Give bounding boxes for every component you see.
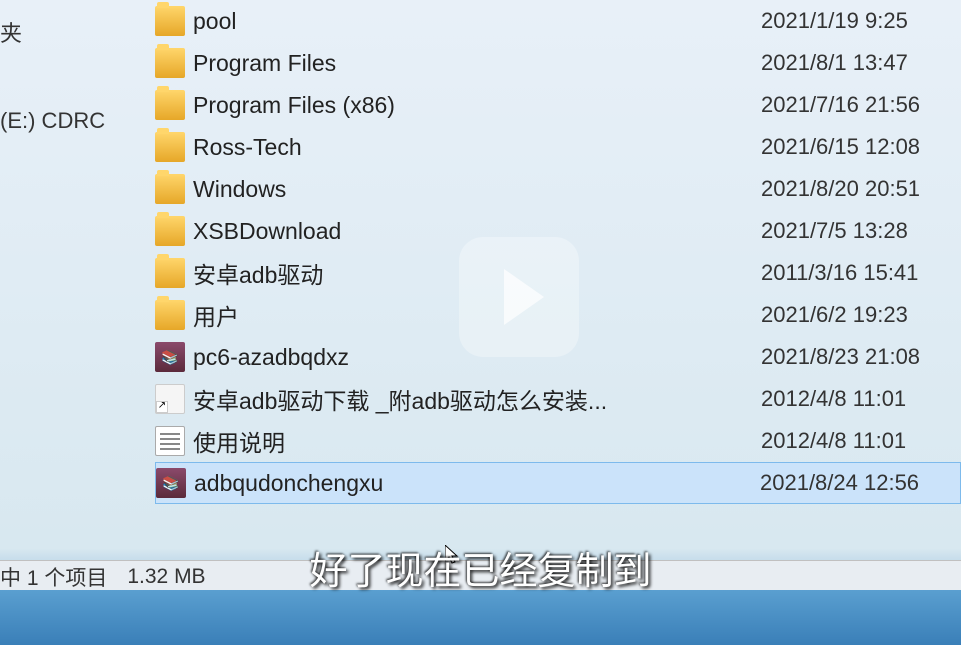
file-row[interactable]: Ross-Tech 2021/6/15 12:08	[155, 126, 961, 168]
archive-icon	[156, 468, 186, 498]
file-date: 2021/6/15 12:08	[761, 134, 961, 160]
file-name: 使用说明	[193, 424, 761, 458]
file-date: 2021/7/5 13:28	[761, 218, 961, 244]
file-date: 2012/4/8 11:01	[761, 428, 961, 454]
folder-icon	[155, 132, 185, 162]
file-date: 2021/8/23 21:08	[761, 344, 961, 370]
folder-icon	[155, 48, 185, 78]
sidebar-item-drive-e[interactable]: (E:) CDRC	[0, 102, 155, 140]
file-date: 2021/8/20 20:51	[761, 176, 961, 202]
file-date: 2021/7/16 21:56	[761, 92, 961, 118]
file-date: 2021/8/1 13:47	[761, 50, 961, 76]
file-row[interactable]: Windows 2021/8/20 20:51	[155, 168, 961, 210]
shortcut-icon	[155, 384, 185, 414]
file-name: Ross-Tech	[193, 134, 761, 161]
sidebar-item[interactable]	[0, 54, 155, 66]
file-row-selected[interactable]: adbqudonchengxu 2021/8/24 12:56	[155, 462, 961, 504]
file-row[interactable]: Program Files 2021/8/1 13:47	[155, 42, 961, 84]
desktop-bg	[0, 590, 961, 645]
sidebar-item-folder[interactable]: 夹	[0, 10, 155, 54]
file-date: 2021/1/19 9:25	[761, 8, 961, 34]
folder-icon	[155, 90, 185, 120]
play-icon	[504, 269, 544, 325]
folder-icon	[155, 216, 185, 246]
sidebar-item[interactable]	[0, 66, 155, 78]
archive-icon	[155, 342, 185, 372]
file-date: 2011/3/16 15:41	[761, 260, 961, 286]
file-name: adbqudonchengxu	[194, 470, 760, 497]
status-file-size: 1.32 MB	[127, 565, 225, 589]
file-name: pool	[193, 8, 761, 35]
text-file-icon	[155, 426, 185, 456]
folder-icon	[155, 258, 185, 288]
sidebar: 夹 (E:) CDRC	[0, 0, 155, 560]
file-row[interactable]: 安卓adb驱动下载 _附adb驱动怎么安装... 2012/4/8 11:01	[155, 378, 961, 420]
sidebar-item[interactable]	[0, 78, 155, 90]
folder-icon	[155, 6, 185, 36]
file-name: Program Files (x86)	[193, 92, 761, 119]
file-date: 2021/6/2 19:23	[761, 302, 961, 328]
sidebar-item[interactable]	[0, 90, 155, 102]
file-date: 2021/8/24 12:56	[760, 470, 960, 496]
folder-icon	[155, 174, 185, 204]
status-item-count: 中 1 个项目	[0, 562, 127, 592]
play-button-overlay[interactable]	[459, 237, 579, 357]
folder-icon	[155, 300, 185, 330]
video-subtitle: 好了现在已经复制到	[309, 540, 651, 595]
file-name: 安卓adb驱动下载 _附adb驱动怎么安装...	[193, 382, 761, 416]
file-name: Program Files	[193, 50, 761, 77]
file-date: 2012/4/8 11:01	[761, 386, 961, 412]
file-row[interactable]: pool 2021/1/19 9:25	[155, 0, 961, 42]
file-name: Windows	[193, 176, 761, 203]
file-row[interactable]: Program Files (x86) 2021/7/16 21:56	[155, 84, 961, 126]
file-row[interactable]: 使用说明 2012/4/8 11:01	[155, 420, 961, 462]
